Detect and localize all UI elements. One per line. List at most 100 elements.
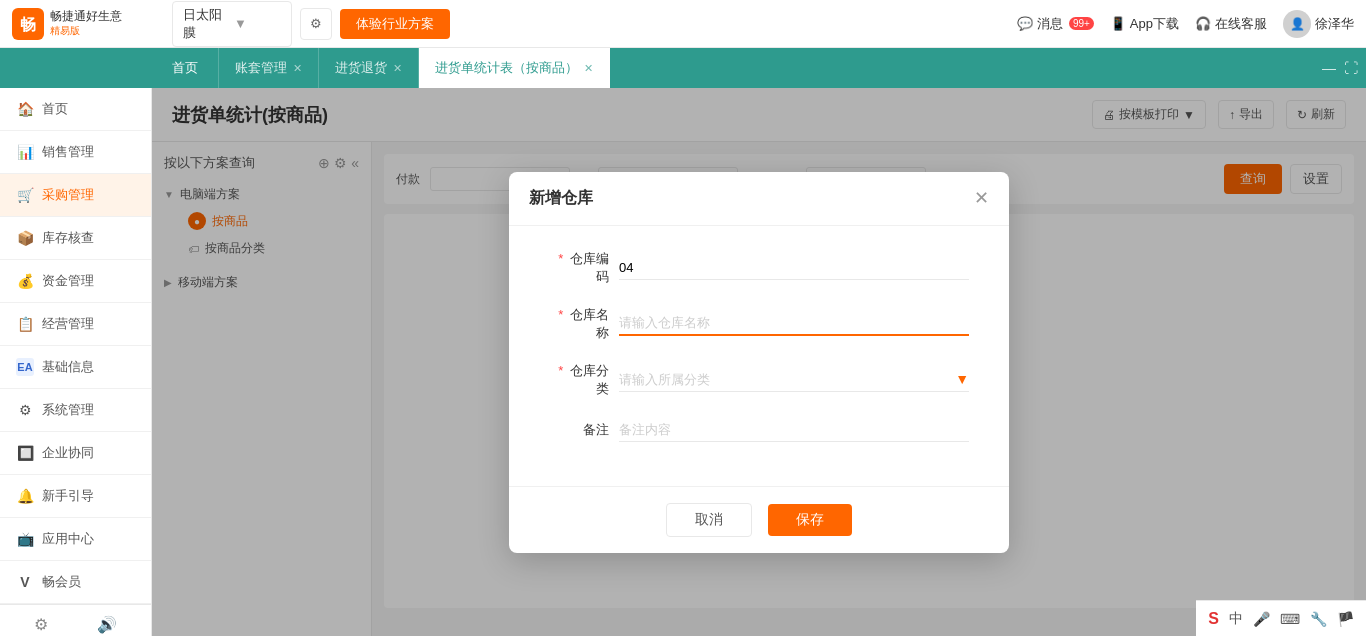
- close-accounts-tab-icon[interactable]: ✕: [293, 62, 302, 75]
- top-header: 畅 畅捷通好生意 精易版 日太阳膜 ▼ ⚙ 体验行业方案 💬 消息 99+ 📱 …: [0, 0, 1366, 48]
- restore-window-icon[interactable]: ⛶: [1344, 60, 1358, 76]
- sidebar-item-system[interactable]: ⚙ 系统管理: [0, 389, 151, 432]
- message-icon: 💬: [1017, 16, 1033, 31]
- trial-button[interactable]: 体验行业方案: [340, 9, 450, 39]
- tab-purchase-returns[interactable]: 进货退货 ✕: [319, 48, 419, 88]
- store-name: 日太阳膜: [183, 6, 230, 42]
- warehouse-name-label: * 仓库名称: [549, 306, 619, 342]
- sidebar-system-label: 系统管理: [42, 401, 94, 419]
- home-icon: 🏠: [16, 100, 34, 118]
- warehouse-category-input[interactable]: [619, 372, 955, 387]
- inventory-icon: 📦: [16, 229, 34, 247]
- warehouse-name-input[interactable]: [619, 311, 969, 336]
- required-mark-name: *: [558, 307, 563, 322]
- sidebar-item-guide[interactable]: 🔔 新手引导: [0, 475, 151, 518]
- sidebar-item-finance[interactable]: 💰 资金管理: [0, 260, 151, 303]
- sidebar-item-basic-info[interactable]: EA 基础信息: [0, 346, 151, 389]
- new-warehouse-dialog: 新增仓库 ✕ * 仓库编码 *: [509, 172, 1009, 553]
- save-button[interactable]: 保存: [768, 504, 852, 536]
- sidebar-item-apps[interactable]: 📺 应用中心: [0, 518, 151, 561]
- dialog-header: 新增仓库 ✕: [509, 172, 1009, 226]
- warehouse-code-row: * 仓库编码: [549, 250, 969, 286]
- messages-button[interactable]: 💬 消息 99+: [1017, 15, 1094, 33]
- sidebar-item-operations[interactable]: 📋 经营管理: [0, 303, 151, 346]
- warehouse-category-row: * 仓库分类 ▼: [549, 362, 969, 398]
- dialog-title: 新增仓库: [529, 188, 593, 209]
- chevron-down-icon: ▼: [234, 16, 281, 31]
- headset-icon: 🎧: [1195, 16, 1211, 31]
- sidebar-item-enterprise[interactable]: 🔲 企业协同: [0, 432, 151, 475]
- sidebar-inventory-label: 库存核查: [42, 229, 94, 247]
- sidebar-volume-icon[interactable]: 🔊: [97, 615, 117, 634]
- dialog-body: * 仓库编码 * 仓库名称: [509, 226, 1009, 486]
- required-mark-code: *: [558, 251, 563, 266]
- tab-accounts[interactable]: 账套管理 ✕: [219, 48, 319, 88]
- warehouse-code-label: * 仓库编码: [549, 250, 619, 286]
- sidebar-member-label: 畅会员: [42, 573, 81, 591]
- sales-icon: 📊: [16, 143, 34, 161]
- purchase-returns-label: 进货退货: [335, 59, 387, 77]
- sidebar-item-purchase[interactable]: 🛒 采购管理: [0, 174, 151, 217]
- home-tab-label: 首页: [172, 59, 198, 77]
- basic-info-icon: EA: [16, 358, 34, 376]
- sidebar-purchase-label: 采购管理: [42, 186, 94, 204]
- app-download-label: App下载: [1130, 15, 1179, 33]
- system-icon: ⚙: [16, 401, 34, 419]
- app-name: 畅捷通好生意: [50, 9, 122, 25]
- settings-bottom-icon[interactable]: 🔧: [1310, 611, 1327, 627]
- close-purchase-stats-icon[interactable]: ✕: [584, 62, 593, 75]
- sidebar-home-label: 首页: [42, 100, 68, 118]
- app-edition: 精易版: [50, 24, 122, 38]
- required-mark-category: *: [558, 363, 563, 378]
- minimize-window-icon[interactable]: —: [1322, 60, 1336, 76]
- remark-row: 备注: [549, 418, 969, 442]
- chinese-icon[interactable]: 中: [1229, 610, 1243, 628]
- mic-icon[interactable]: 🎤: [1253, 611, 1270, 627]
- settings-button[interactable]: ⚙: [300, 8, 332, 40]
- sidebar-apps-label: 应用中心: [42, 530, 94, 548]
- flag-icon[interactable]: 🏴: [1337, 611, 1354, 627]
- sidebar-item-sales[interactable]: 📊 销售管理: [0, 131, 151, 174]
- svg-text:畅: 畅: [20, 16, 36, 33]
- main-layout: 🏠 首页 📊 销售管理 🛒 采购管理 📦 库存核查 💰 资金管理 📋 经营管理 …: [0, 88, 1366, 636]
- remark-label: 备注: [549, 421, 619, 439]
- logo-area: 畅 畅捷通好生意 精易版: [12, 8, 164, 40]
- finance-icon: 💰: [16, 272, 34, 290]
- sidebar-sales-label: 销售管理: [42, 143, 94, 161]
- sidebar-operations-label: 经营管理: [42, 315, 94, 333]
- sidebar-settings-icon[interactable]: ⚙: [34, 615, 48, 634]
- sidebar: 🏠 首页 📊 销售管理 🛒 采购管理 📦 库存核查 💰 资金管理 📋 经营管理 …: [0, 88, 152, 636]
- guide-icon: 🔔: [16, 487, 34, 505]
- tab-purchase-stats[interactable]: 进货单统计表（按商品） ✕: [419, 48, 610, 88]
- keyboard-icon[interactable]: ⌨: [1280, 611, 1300, 627]
- store-selector[interactable]: 日太阳膜 ▼: [172, 1, 292, 47]
- modal-overlay: 新增仓库 ✕ * 仓库编码 *: [152, 88, 1366, 636]
- warehouse-name-row: * 仓库名称: [549, 306, 969, 342]
- warehouse-code-input[interactable]: [619, 256, 969, 280]
- online-service-button[interactable]: 🎧 在线客服: [1195, 15, 1267, 33]
- close-purchase-returns-icon[interactable]: ✕: [393, 62, 402, 75]
- sidebar-item-member[interactable]: V 畅会员: [0, 561, 151, 604]
- purchase-icon: 🛒: [16, 186, 34, 204]
- sidebar-item-inventory[interactable]: 📦 库存核查: [0, 217, 151, 260]
- warehouse-category-label: * 仓库分类: [549, 362, 619, 398]
- cancel-button[interactable]: 取消: [666, 503, 752, 537]
- remark-input[interactable]: [619, 418, 969, 442]
- user-profile[interactable]: 👤 徐泽华: [1283, 10, 1354, 38]
- s-logo: S: [1208, 610, 1219, 628]
- bottom-bar: S 中 🎤 ⌨ 🔧 🏴: [1196, 600, 1366, 636]
- app-download-button[interactable]: 📱 App下载: [1110, 15, 1179, 33]
- username: 徐泽华: [1315, 15, 1354, 33]
- content-area: 进货单统计(按商品) 🖨 按模板打印 ▼ ↑ 导出 ↻ 刷新: [152, 88, 1366, 636]
- nav-tabs: 首页 账套管理 ✕ 进货退货 ✕ 进货单统计表（按商品） ✕ — ⛶: [0, 48, 1366, 88]
- dialog-close-button[interactable]: ✕: [974, 189, 989, 207]
- tab-home[interactable]: 首页: [152, 48, 219, 88]
- sidebar-item-home[interactable]: 🏠 首页: [0, 88, 151, 131]
- apps-icon: 📺: [16, 530, 34, 548]
- category-dropdown-icon[interactable]: ▼: [955, 371, 969, 387]
- sidebar-guide-label: 新手引导: [42, 487, 94, 505]
- operations-icon: 📋: [16, 315, 34, 333]
- purchase-stats-label: 进货单统计表（按商品）: [435, 59, 578, 77]
- messages-badge: 99+: [1069, 17, 1094, 30]
- enterprise-icon: 🔲: [16, 444, 34, 462]
